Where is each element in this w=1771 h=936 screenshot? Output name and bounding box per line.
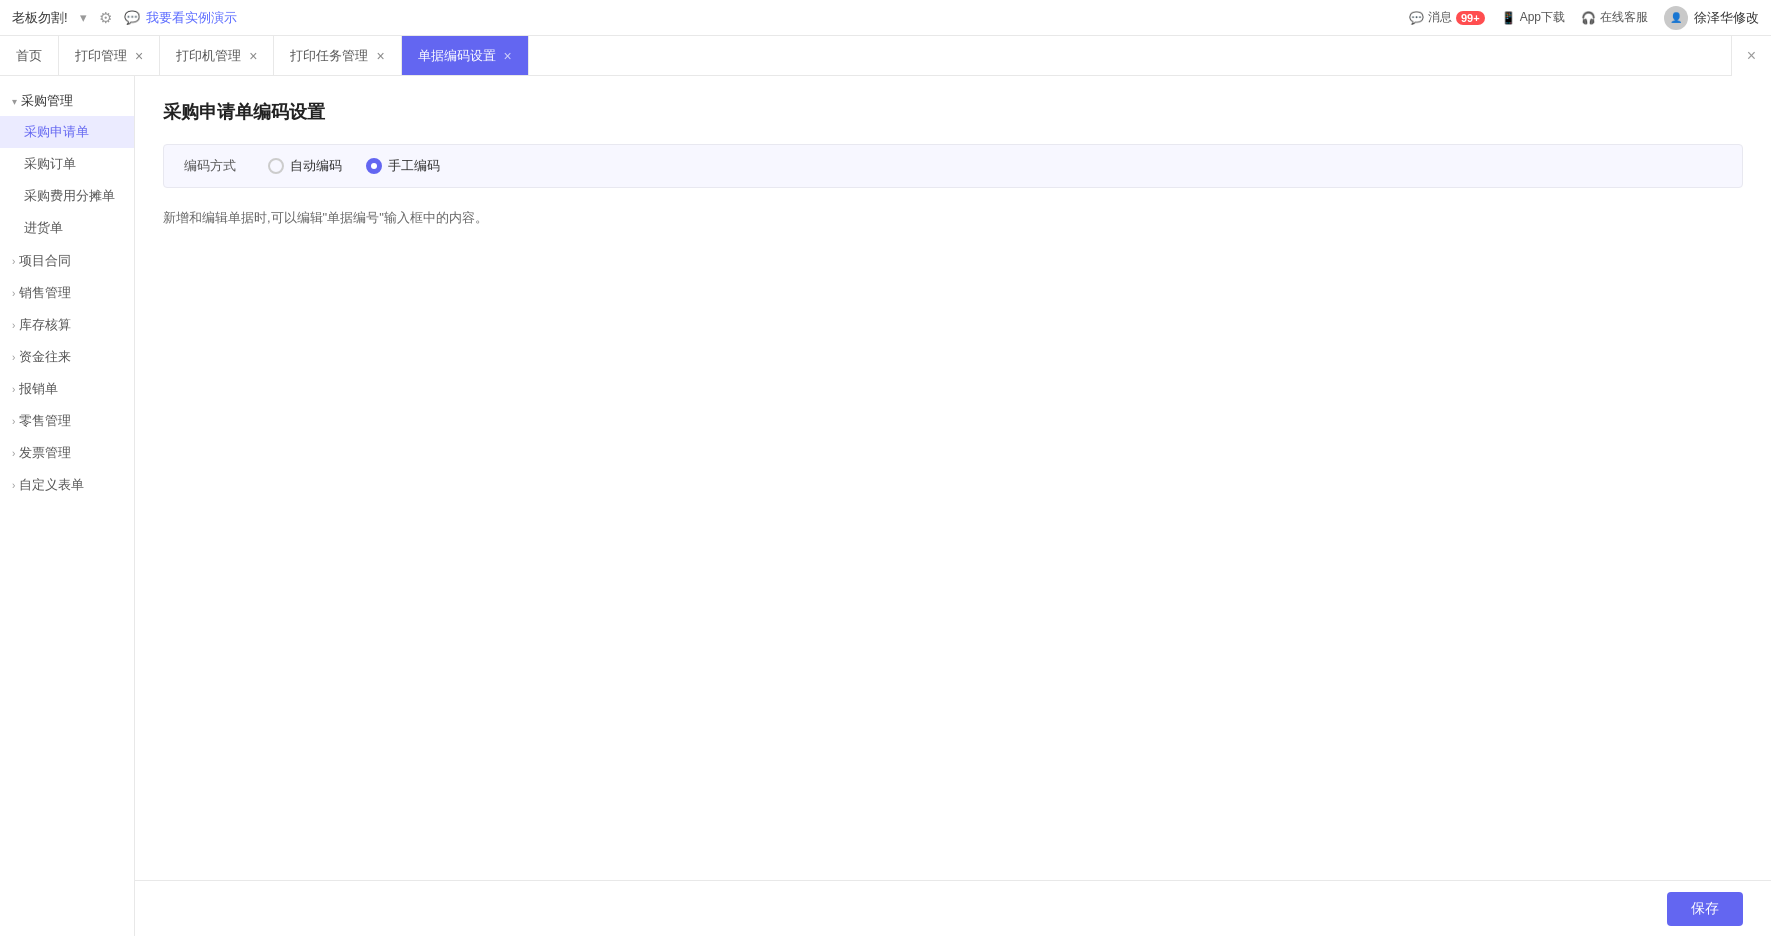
footer: 保存 (135, 880, 1771, 936)
sales-arrow: › (12, 288, 15, 299)
online-service-button[interactable]: 🎧 在线客服 (1581, 9, 1648, 26)
sidebar-group-inventory[interactable]: › 库存核算 (0, 308, 134, 340)
custom-form-label: 自定义表单 (19, 476, 84, 494)
app-title: 老板勿割! (12, 9, 68, 27)
online-service-label: 在线客服 (1600, 9, 1648, 26)
invoice-arrow: › (12, 448, 15, 459)
description-text: 新增和编辑单据时,可以编辑"单据编号"输入框中的内容。 (163, 208, 1743, 229)
tab-print-task-label: 打印任务管理 (290, 47, 368, 65)
sidebar-group-invoice[interactable]: › 发票管理 (0, 436, 134, 468)
user-info[interactable]: 👤 徐泽华修改 (1664, 6, 1759, 30)
global-close-button[interactable]: × (1731, 36, 1771, 76)
content-area: 采购申请单编码设置 编码方式 自动编码 手工编码 新增和编辑单据时,可以编辑"单… (135, 76, 1771, 936)
save-button[interactable]: 保存 (1667, 892, 1743, 926)
message-label: 消息 (1428, 9, 1452, 26)
demo-link[interactable]: 我要看实例演示 (124, 9, 237, 27)
manual-code-option[interactable]: 手工编码 (366, 157, 440, 175)
sidebar-item-stock-in-label: 进货单 (24, 220, 63, 235)
tab-bar: 首页 打印管理 × 打印机管理 × 打印任务管理 × 单据编码设置 × (0, 36, 1771, 76)
sidebar-group-expense[interactable]: › 报销单 (0, 372, 134, 404)
tab-print-management-label: 打印管理 (75, 47, 127, 65)
auto-code-option[interactable]: 自动编码 (268, 157, 342, 175)
custom-form-arrow: › (12, 480, 15, 491)
sidebar-item-stock-in[interactable]: 进货单 (0, 212, 134, 244)
inventory-arrow: › (12, 320, 15, 331)
sidebar-item-purchase-request[interactable]: 采购申请单 (0, 116, 134, 148)
app-download-icon: 📱 (1501, 11, 1516, 25)
inventory-label: 库存核算 (19, 316, 71, 334)
dropdown-icon[interactable]: ▾ (80, 10, 87, 25)
sidebar-item-purchase-request-label: 采购申请单 (24, 124, 89, 139)
finance-arrow: › (12, 352, 15, 363)
sidebar-item-purchase-order[interactable]: 采购订单 (0, 148, 134, 180)
top-bar: 老板勿割! ▾ ⚙ 我要看实例演示 💬 消息 99+ 📱 App下载 🎧 在线客… (0, 0, 1771, 36)
invoice-label: 发票管理 (19, 444, 71, 462)
purchase-group-label: 采购管理 (21, 92, 73, 110)
finance-label: 资金往来 (19, 348, 71, 366)
sidebar-group-purchase[interactable]: ▾ 采购管理 (0, 84, 134, 116)
purchase-group-arrow: ▾ (12, 96, 17, 107)
sidebar-item-purchase-expense-label: 采购费用分摊单 (24, 188, 115, 203)
tab-encoding-close[interactable]: × (504, 49, 512, 63)
message-badge: 99+ (1456, 11, 1485, 25)
tab-print-management[interactable]: 打印管理 × (59, 36, 160, 75)
sidebar-item-purchase-expense[interactable]: 采购费用分摊单 (0, 180, 134, 212)
top-bar-right: 💬 消息 99+ 📱 App下载 🎧 在线客服 👤 徐泽华修改 (1409, 6, 1759, 30)
tab-home[interactable]: 首页 (0, 36, 59, 75)
tab-print-task-management[interactable]: 打印任务管理 × (274, 36, 401, 75)
tab-print-management-close[interactable]: × (135, 49, 143, 63)
expense-label: 报销单 (19, 380, 58, 398)
project-contract-arrow: › (12, 256, 15, 267)
tab-home-label: 首页 (16, 47, 42, 65)
user-name: 徐泽华修改 (1694, 9, 1759, 27)
app-download-label: App下载 (1520, 9, 1565, 26)
tab-printer-management-close[interactable]: × (249, 49, 257, 63)
headset-icon: 🎧 (1581, 11, 1596, 25)
manual-code-label: 手工编码 (388, 157, 440, 175)
project-contract-label: 项目合同 (19, 252, 71, 270)
main-layout: ▾ 采购管理 采购申请单 采购订单 采购费用分摊单 进货单 › 项目合同 › 销… (0, 76, 1771, 936)
encoding-mode-label: 编码方式 (184, 157, 236, 175)
retail-label: 零售管理 (19, 412, 71, 430)
expense-arrow: › (12, 384, 15, 395)
tab-printer-management[interactable]: 打印机管理 × (160, 36, 274, 75)
auto-code-label: 自动编码 (290, 157, 342, 175)
message-button[interactable]: 💬 消息 99+ (1409, 9, 1485, 26)
tab-encoding-label: 单据编码设置 (418, 47, 496, 65)
retail-arrow: › (12, 416, 15, 427)
manual-code-radio[interactable] (366, 158, 382, 174)
sidebar-group-finance[interactable]: › 资金往来 (0, 340, 134, 372)
tab-print-task-close[interactable]: × (376, 49, 384, 63)
encoding-row: 编码方式 自动编码 手工编码 (163, 144, 1743, 188)
demo-text: 我要看实例演示 (146, 9, 237, 27)
auto-code-radio[interactable] (268, 158, 284, 174)
sales-label: 销售管理 (19, 284, 71, 302)
sidebar: ▾ 采购管理 采购申请单 采购订单 采购费用分摊单 进货单 › 项目合同 › 销… (0, 76, 135, 936)
tab-bar-wrapper: 首页 打印管理 × 打印机管理 × 打印任务管理 × 单据编码设置 × × (0, 36, 1771, 76)
sidebar-group-sales[interactable]: › 销售管理 (0, 276, 134, 308)
sidebar-group-project-contract[interactable]: › 项目合同 (0, 244, 134, 276)
message-icon: 💬 (1409, 11, 1424, 25)
sidebar-group-retail[interactable]: › 零售管理 (0, 404, 134, 436)
gear-icon[interactable]: ⚙ (99, 9, 112, 27)
app-download-button[interactable]: 📱 App下载 (1501, 9, 1565, 26)
tab-printer-management-label: 打印机管理 (176, 47, 241, 65)
sidebar-group-custom-form[interactable]: › 自定义表单 (0, 468, 134, 500)
tab-encoding-settings[interactable]: 单据编码设置 × (402, 36, 529, 75)
top-bar-left: 老板勿割! ▾ ⚙ 我要看实例演示 (12, 9, 237, 27)
sidebar-item-purchase-order-label: 采购订单 (24, 156, 76, 171)
page-title: 采购申请单编码设置 (163, 100, 1743, 124)
avatar-icon: 👤 (1670, 12, 1682, 23)
content-inner: 采购申请单编码设置 编码方式 自动编码 手工编码 新增和编辑单据时,可以编辑"单… (135, 76, 1771, 880)
avatar: 👤 (1664, 6, 1688, 30)
